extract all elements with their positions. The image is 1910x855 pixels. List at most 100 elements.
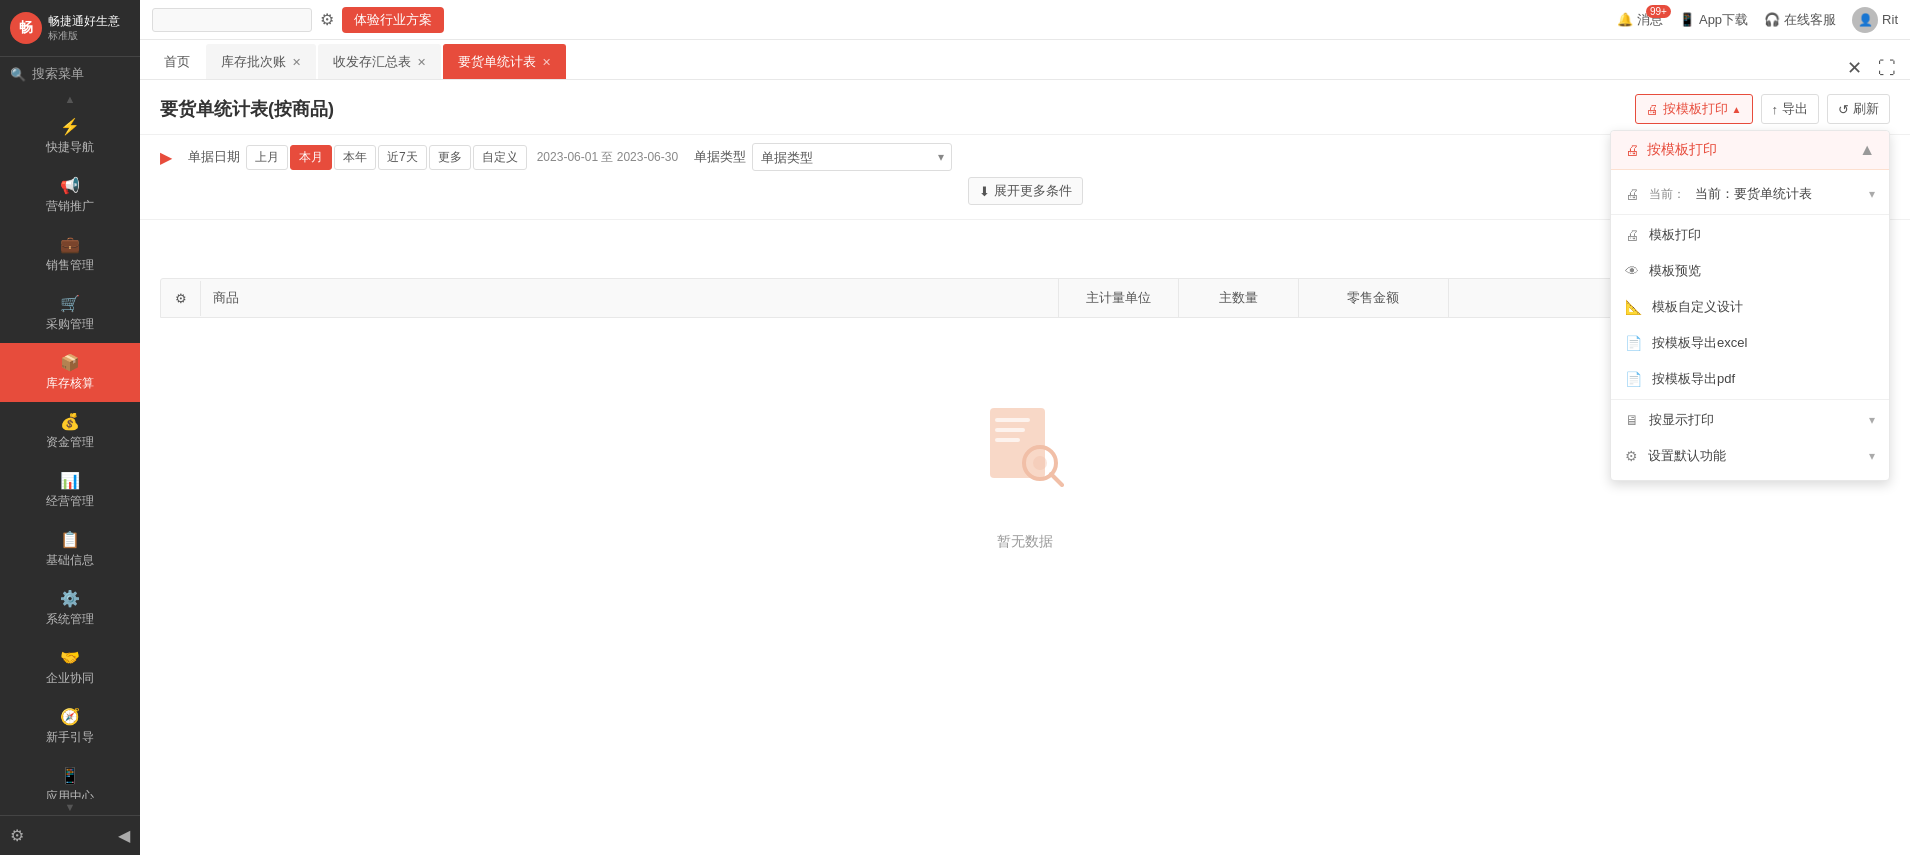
bell-icon: 🔔 bbox=[1617, 12, 1633, 27]
th-unit: 主计量单位 bbox=[1059, 279, 1179, 317]
sidebar-item-apps[interactable]: 📱 应用中心 bbox=[0, 756, 140, 799]
search-icon: 🔍 bbox=[10, 67, 26, 82]
sidebar-item-sales[interactable]: 💼 销售管理 bbox=[0, 225, 140, 284]
tab-receipt-summary[interactable]: 收发存汇总表 ✕ bbox=[318, 44, 441, 79]
sidebar-item-inventory[interactable]: 📦 库存核算 bbox=[0, 343, 140, 402]
quick-nav-icon: ⚡ bbox=[60, 117, 80, 136]
refresh-button[interactable]: ↺ 刷新 bbox=[1827, 94, 1890, 124]
tab-receipt-summary-close-icon[interactable]: ✕ bbox=[417, 56, 426, 69]
tab-inventory-batch[interactable]: 库存批次账 ✕ bbox=[206, 44, 316, 79]
header-left: ⚙ 体验行业方案 bbox=[152, 7, 444, 33]
template-export-excel-item[interactable]: 📄 按模板导出excel bbox=[1611, 325, 1889, 361]
tab-order-stats[interactable]: 要货单统计表 ✕ bbox=[443, 44, 566, 79]
online-service-label: 在线客服 bbox=[1784, 11, 1836, 29]
filter-expand-icon[interactable]: ▶ bbox=[160, 148, 172, 167]
tab-close-window-icon[interactable]: ✕ bbox=[1843, 57, 1866, 79]
default-func-item[interactable]: ⚙ 设置默认功能 ▾ bbox=[1611, 438, 1889, 474]
prev-month-button[interactable]: 上月 bbox=[246, 145, 288, 170]
th-check: ⚙ bbox=[161, 281, 201, 316]
user-avatar-button[interactable]: 👤 Rit bbox=[1852, 7, 1898, 33]
custom-button[interactable]: 自定义 bbox=[473, 145, 527, 170]
date-filter-label: 单据日期 bbox=[188, 148, 240, 166]
app-name: 畅捷通好生意 bbox=[48, 13, 120, 30]
inventory-icon: 📦 bbox=[60, 353, 80, 372]
print-dropdown-arrow-icon: ▲ bbox=[1732, 104, 1742, 115]
guide-icon: 🧭 bbox=[60, 707, 80, 726]
finance-icon: 💰 bbox=[60, 412, 80, 431]
breadcrumb-input[interactable] bbox=[152, 8, 312, 32]
template-custom-item[interactable]: 📐 模板自定义设计 bbox=[1611, 289, 1889, 325]
default-func-label: 设置默认功能 bbox=[1648, 447, 1726, 465]
this-year-button[interactable]: 本年 bbox=[334, 145, 376, 170]
tab-maximize-icon[interactable]: ⛶ bbox=[1874, 58, 1900, 79]
mobile-icon: 📱 bbox=[1679, 12, 1695, 27]
sidebar-item-purchase[interactable]: 🛒 采购管理 bbox=[0, 284, 140, 343]
sidebar-item-finance[interactable]: 💰 资金管理 bbox=[0, 402, 140, 461]
doc-type-select[interactable]: 单据类型 bbox=[752, 143, 952, 171]
template-export-pdf-label: 按模板导出pdf bbox=[1652, 370, 1735, 388]
basics-icon: 📋 bbox=[60, 530, 80, 549]
template-preview-label: 模板预览 bbox=[1649, 262, 1701, 280]
gear-settings-icon[interactable]: ⚙ bbox=[175, 291, 187, 306]
sidebar-item-quick-nav[interactable]: ⚡ 快捷导航 bbox=[0, 107, 140, 166]
expand-more-button[interactable]: ⬇ 展开更多条件 bbox=[968, 177, 1083, 205]
sidebar-scroll-up[interactable]: ▲ bbox=[0, 91, 140, 107]
doc-type-filter-item: 单据类型 单据类型 bbox=[694, 143, 952, 171]
date-range-text: 2023-06-01 至 2023-06-30 bbox=[537, 149, 678, 166]
collab-label: 企业协同 bbox=[46, 670, 94, 687]
current-template-item[interactable]: 🖨 当前： 当前：要货单统计表 ▾ bbox=[1611, 176, 1889, 212]
sidebar-item-operations[interactable]: 📊 经营管理 bbox=[0, 461, 140, 520]
doc-type-label: 单据类型 bbox=[694, 148, 746, 166]
sidebar-bottom: ⚙ ◀ bbox=[0, 815, 140, 855]
apps-icon: 📱 bbox=[60, 766, 80, 785]
display-print-label: 按显示打印 bbox=[1649, 411, 1714, 429]
template-custom-icon: 📐 bbox=[1625, 299, 1642, 315]
collapse-icon[interactable]: ◀ bbox=[118, 826, 130, 845]
empty-icon bbox=[975, 398, 1075, 517]
notification-button[interactable]: 🔔 消息 99+ bbox=[1617, 11, 1663, 29]
more-button[interactable]: 更多 bbox=[429, 145, 471, 170]
current-template-arrow-icon: ▾ bbox=[1869, 187, 1875, 201]
marketing-label: 营销推广 bbox=[46, 198, 94, 215]
system-label: 系统管理 bbox=[46, 611, 94, 628]
template-preview-icon: 👁 bbox=[1625, 263, 1639, 279]
online-service-button[interactable]: 🎧 在线客服 bbox=[1764, 11, 1836, 29]
export-button[interactable]: ↑ 导出 bbox=[1761, 94, 1820, 124]
sidebar-item-guide[interactable]: 🧭 新手引导 bbox=[0, 697, 140, 756]
tab-order-stats-close-icon[interactable]: ✕ bbox=[542, 56, 551, 69]
display-print-item[interactable]: 🖥 按显示打印 ▾ bbox=[1611, 402, 1889, 438]
sidebar-items: ⚡ 快捷导航 📢 营销推广 💼 销售管理 🛒 采购管理 📦 库存核算 💰 资金管… bbox=[0, 107, 140, 799]
date-filter-item: 单据日期 上月 本月 本年 近7天 更多 自定义 2023-06-01 至 20… bbox=[188, 145, 678, 170]
sidebar-item-system[interactable]: ⚙️ 系统管理 bbox=[0, 579, 140, 638]
guide-label: 新手引导 bbox=[46, 729, 94, 746]
print-dropdown: 🖨 按模板打印 ▲ 🖨 当前： 当前：要货单统计表 bbox=[1610, 130, 1890, 481]
template-print-item[interactable]: 🖨 模板打印 bbox=[1611, 217, 1889, 253]
settings-icon[interactable]: ⚙ bbox=[10, 826, 24, 845]
sidebar-item-collab[interactable]: 🤝 企业协同 bbox=[0, 638, 140, 697]
current-template-icon: 🖨 bbox=[1625, 186, 1639, 202]
filter-expand-btn[interactable]: ▶ bbox=[160, 148, 172, 167]
tab-home[interactable]: 首页 bbox=[150, 45, 204, 79]
last7-button[interactable]: 近7天 bbox=[378, 145, 427, 170]
divider-1 bbox=[1611, 214, 1889, 215]
sidebar-item-marketing[interactable]: 📢 营销推广 bbox=[0, 166, 140, 225]
quick-nav-label: 快捷导航 bbox=[46, 139, 94, 156]
current-template-value: 当前：要货单统计表 bbox=[1695, 185, 1812, 203]
date-buttons: 上月 本月 本年 近7天 更多 自定义 bbox=[246, 145, 527, 170]
sidebar-scroll-down[interactable]: ▼ bbox=[0, 799, 140, 815]
expand-more-label: 展开更多条件 bbox=[994, 182, 1072, 200]
template-export-pdf-item[interactable]: 📄 按模板导出pdf bbox=[1611, 361, 1889, 397]
sidebar-item-basics[interactable]: 📋 基础信息 bbox=[0, 520, 140, 579]
sidebar-search[interactable]: 🔍 搜索菜单 bbox=[0, 57, 140, 91]
print-template-button[interactable]: 🖨 按模板打印 ▲ bbox=[1635, 94, 1753, 124]
svg-rect-1 bbox=[995, 418, 1030, 422]
this-month-button[interactable]: 本月 bbox=[290, 145, 332, 170]
app-download-button[interactable]: 📱 App下载 bbox=[1679, 11, 1748, 29]
tabs-bar: 首页 库存批次账 ✕ 收发存汇总表 ✕ 要货单统计表 ✕ ✕ ⛶ bbox=[140, 40, 1910, 80]
print-dropdown-close-icon[interactable]: ▲ bbox=[1859, 141, 1875, 159]
settings-gear-icon[interactable]: ⚙ bbox=[320, 10, 334, 29]
marketing-icon: 📢 bbox=[60, 176, 80, 195]
template-preview-item[interactable]: 👁 模板预览 bbox=[1611, 253, 1889, 289]
trial-button[interactable]: 体验行业方案 bbox=[342, 7, 444, 33]
tab-inventory-batch-close-icon[interactable]: ✕ bbox=[292, 56, 301, 69]
